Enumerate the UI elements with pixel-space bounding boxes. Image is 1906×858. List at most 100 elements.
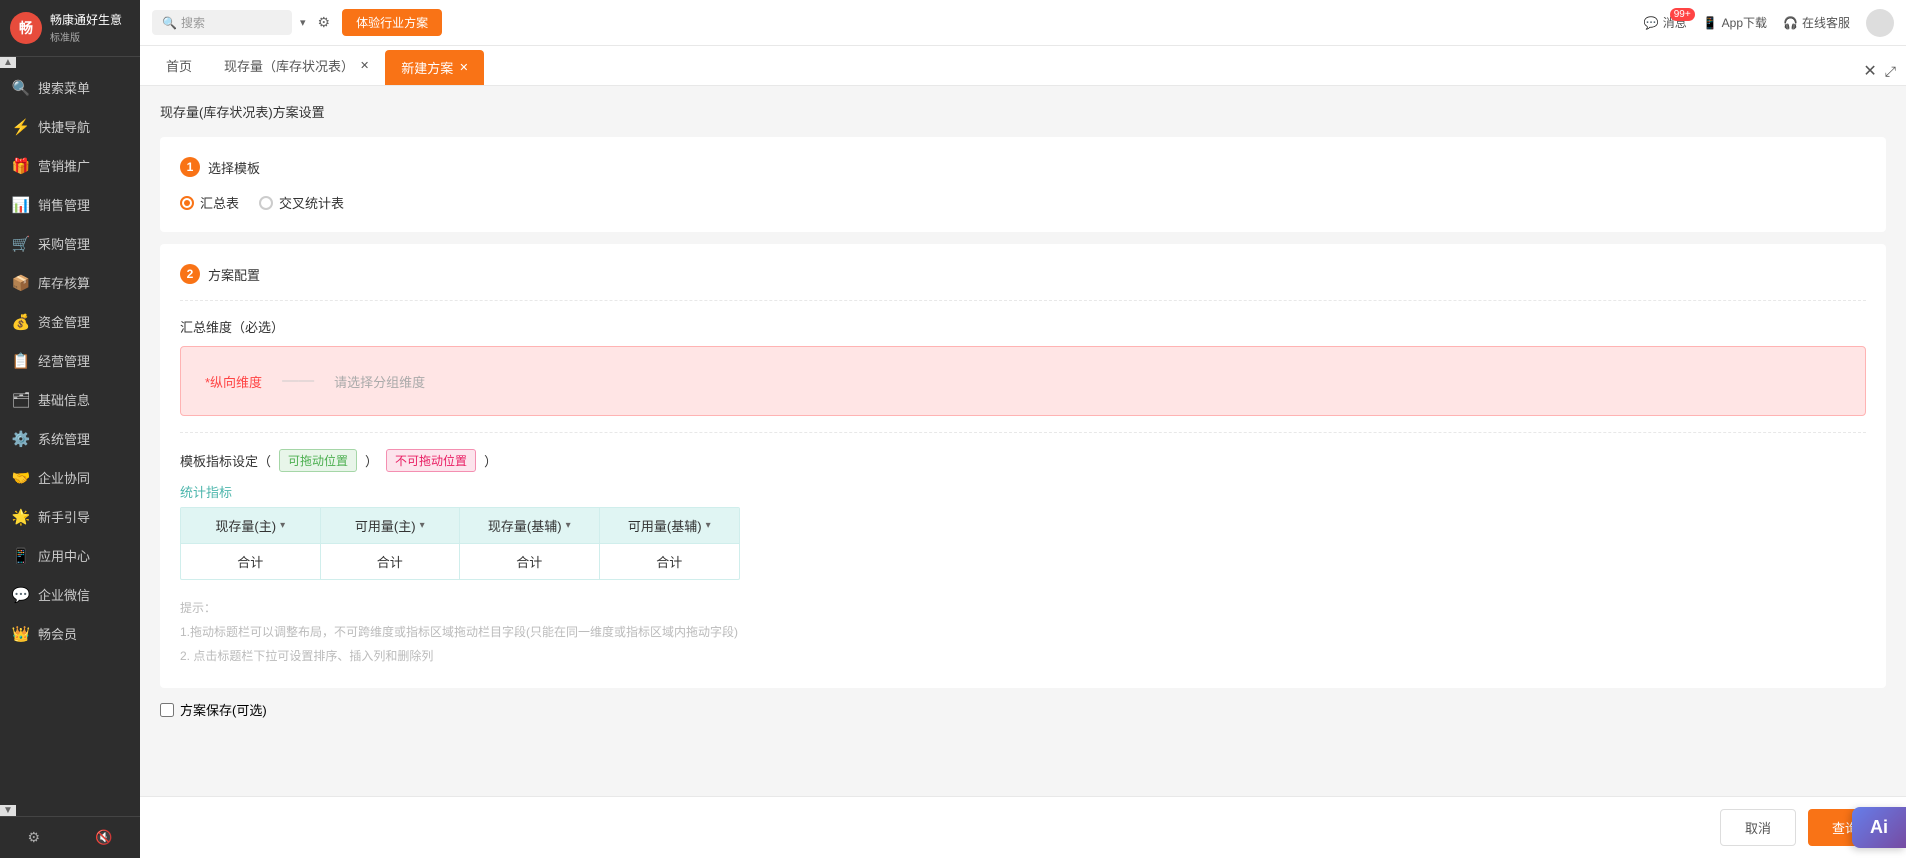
app-name: 畅康通好生意 (50, 12, 122, 29)
sidebar-settings-btn[interactable]: ⚙ (20, 825, 49, 850)
dim-placeholder: 请选择分组维度 (334, 372, 425, 391)
sidebar-item-purchase[interactable]: 🛒 采购管理 (0, 224, 140, 263)
stats-col-header-2[interactable]: 现存量(基辅) ▾ (460, 508, 600, 543)
sidebar-scroll-up[interactable]: ▲ (0, 57, 16, 68)
sidebar-sound-btn[interactable]: 🔇 (87, 825, 120, 850)
tab-home[interactable]: 首页 (150, 48, 208, 85)
sidebar-item-guide[interactable]: 🌟 新手引导 (0, 497, 140, 536)
sidebar-bottom: ⚙ 🔇 (0, 816, 140, 858)
app-download-btn[interactable]: 📱 App下载 (1703, 14, 1767, 31)
tab-new-plan[interactable]: 新建方案 ✕ (385, 50, 484, 85)
marketing-icon: 🎁 (12, 157, 30, 175)
radio-summary[interactable]: 汇总表 (180, 193, 239, 212)
sidebar-item-quick-nav[interactable]: ⚡ 快捷导航 (0, 107, 140, 146)
page-title: 现存量(库存状况表)方案设置 (160, 102, 1886, 121)
sidebar-item-marketing[interactable]: 🎁 营销推广 (0, 146, 140, 185)
sidebar-item-search-menu[interactable]: 🔍 搜索菜单 (0, 68, 140, 107)
tab-new-plan-close-icon[interactable]: ✕ (459, 61, 468, 74)
indicator-label: 模板指标设定（ 可拖动位置 ） 不可拖动位置 ） (180, 449, 1866, 472)
topbar-chevron-icon[interactable]: ▾ (300, 16, 306, 29)
message-btn[interactable]: 💬 消息 99+ (1644, 14, 1687, 31)
dim-field-label: *纵向维度 (205, 372, 262, 391)
stats-col-chevron-0[interactable]: ▾ (280, 520, 285, 531)
sidebar-item-wechat[interactable]: 💬 企业微信 (0, 575, 140, 614)
stats-col-header-3[interactable]: 可用量(基辅) ▾ (600, 508, 740, 543)
cancel-button[interactable]: 取消 (1720, 809, 1796, 846)
stats-col-body-1: 合计 (321, 544, 461, 579)
main-area: 🔍 搜索 ▾ ⚙ 体验行业方案 💬 消息 99+ 📱 App下载 🎧 在线客服 (140, 0, 1906, 858)
badge-draggable: 可拖动位置 (279, 449, 357, 472)
panel-close-icon[interactable]: ✕ (1863, 61, 1876, 81)
radio-summary-label: 汇总表 (200, 193, 239, 212)
stats-table: 现存量(主) ▾ 可用量(主) ▾ 现存量(基辅) ▾ 可用量(基辅) ▾ (180, 507, 740, 580)
step2-card: 2 方案配置 汇总维度（必选） *纵向维度 —— 请选择分组维度 模板指标设定（… (160, 244, 1886, 688)
stats-col-label-0: 现存量(主) (215, 516, 276, 535)
topbar-right: 💬 消息 99+ 📱 App下载 🎧 在线客服 (1644, 9, 1894, 37)
step1-card: 1 选择模板 汇总表 交叉统计表 (160, 137, 1886, 232)
search-box[interactable]: 🔍 搜索 (152, 10, 292, 35)
sidebar-item-label: 搜索菜单 (38, 78, 90, 97)
user-avatar[interactable] (1866, 9, 1894, 37)
sidebar-item-basic-info[interactable]: 🗂 基础信息 (0, 380, 140, 419)
stats-col-header-0[interactable]: 现存量(主) ▾ (181, 508, 321, 543)
badge-fixed: 不可拖动位置 (386, 449, 476, 472)
app-icon: 📱 (1703, 16, 1718, 30)
sidebar-scroll-down[interactable]: ▼ (0, 805, 16, 816)
app-version: 标准版 (50, 29, 122, 44)
sidebar-item-label: 企业微信 (38, 585, 90, 604)
sidebar-logo: 畅 畅康通好生意 标准版 (0, 0, 140, 57)
stats-col-label-1: 可用量(主) (355, 516, 416, 535)
tip-item-1: 2. 点击标题栏下拉可设置排序、插入列和删除列 (180, 644, 1866, 668)
sidebar-item-member[interactable]: 👑 畅会员 (0, 614, 140, 653)
stats-col-chevron-1[interactable]: ▾ (420, 520, 425, 531)
sidebar-item-label: 库存核算 (38, 273, 90, 292)
sidebar-item-cooperation[interactable]: 🤝 企业协同 (0, 458, 140, 497)
tab-inventory-status-label: 现存量（库存状况表） (224, 56, 354, 75)
service-btn[interactable]: 🎧 在线客服 (1783, 14, 1850, 31)
tips-title: 提示： (180, 601, 216, 615)
stats-col-chevron-3[interactable]: ▾ (706, 520, 711, 531)
stats-col-label-3: 可用量(基辅) (628, 516, 702, 535)
message-badge: 99+ (1670, 8, 1695, 21)
save-checkbox[interactable] (160, 703, 174, 717)
sidebar-item-inventory[interactable]: 📦 库存核算 (0, 263, 140, 302)
stats-col-chevron-2[interactable]: ▾ (566, 520, 571, 531)
stats-table-body: 合计 合计 合计 合计 (181, 544, 739, 579)
sidebar-item-label: 经营管理 (38, 351, 90, 370)
template-radio-group: 汇总表 交叉统计表 (180, 193, 1866, 212)
panel-expand-icon[interactable]: ⤢ (1885, 63, 1896, 80)
ai-button[interactable]: Ai (1852, 807, 1906, 848)
step1-header: 1 选择模板 (180, 157, 1866, 177)
sidebar-item-finance[interactable]: 💰 资金管理 (0, 302, 140, 341)
tab-home-label: 首页 (166, 56, 192, 75)
stats-table-header: 现存量(主) ▾ 可用量(主) ▾ 现存量(基辅) ▾ 可用量(基辅) ▾ (181, 508, 739, 544)
search-placeholder: 搜索 (181, 14, 205, 31)
dim-pink-area[interactable]: *纵向维度 —— 请选择分组维度 (180, 346, 1866, 416)
sidebar-item-app-center[interactable]: 📱 应用中心 (0, 536, 140, 575)
dim-label: 汇总维度（必选） (180, 317, 1866, 336)
sidebar-nav: 🔍 搜索菜单 ⚡ 快捷导航 🎁 营销推广 📊 销售管理 🛒 采购管理 📦 库存核… (0, 68, 140, 805)
tabbar: 首页 现存量（库存状况表） ✕ 新建方案 ✕ ✕ ⤢ (140, 46, 1906, 86)
cooperation-icon: 🤝 (12, 469, 30, 487)
step1-num: 1 (180, 157, 200, 177)
sidebar: 畅 畅康通好生意 标准版 ▲ 🔍 搜索菜单 ⚡ 快捷导航 🎁 营销推广 📊 销售… (0, 0, 140, 858)
sidebar-item-label: 企业协同 (38, 468, 90, 487)
tab-new-plan-label: 新建方案 (401, 58, 453, 77)
topbar-gear-icon[interactable]: ⚙ (318, 14, 331, 31)
tip-item-0: 1.拖动标题栏可以调整布局，不可跨维度或指标区域拖动栏目字段(只能在同一维度或指… (180, 620, 1866, 644)
sidebar-item-operation[interactable]: 📋 经营管理 (0, 341, 140, 380)
stats-col-header-1[interactable]: 可用量(主) ▾ (321, 508, 461, 543)
wechat-icon: 💬 (12, 586, 30, 604)
stats-col-body-0: 合计 (181, 544, 321, 579)
dim-arrow-icon: —— (282, 372, 314, 390)
save-label: 方案保存(可选) (180, 700, 267, 719)
sidebar-item-system[interactable]: ⚙️ 系统管理 (0, 419, 140, 458)
trial-btn[interactable]: 体验行业方案 (342, 9, 442, 36)
finance-icon: 💰 (12, 313, 30, 331)
sidebar-item-label: 系统管理 (38, 429, 90, 448)
tab-inventory-close-icon[interactable]: ✕ (360, 59, 369, 72)
radio-cross[interactable]: 交叉统计表 (259, 193, 344, 212)
sidebar-item-sales[interactable]: 📊 销售管理 (0, 185, 140, 224)
tab-inventory-status[interactable]: 现存量（库存状况表） ✕ (208, 48, 385, 85)
headset-icon: 🎧 (1783, 16, 1798, 30)
